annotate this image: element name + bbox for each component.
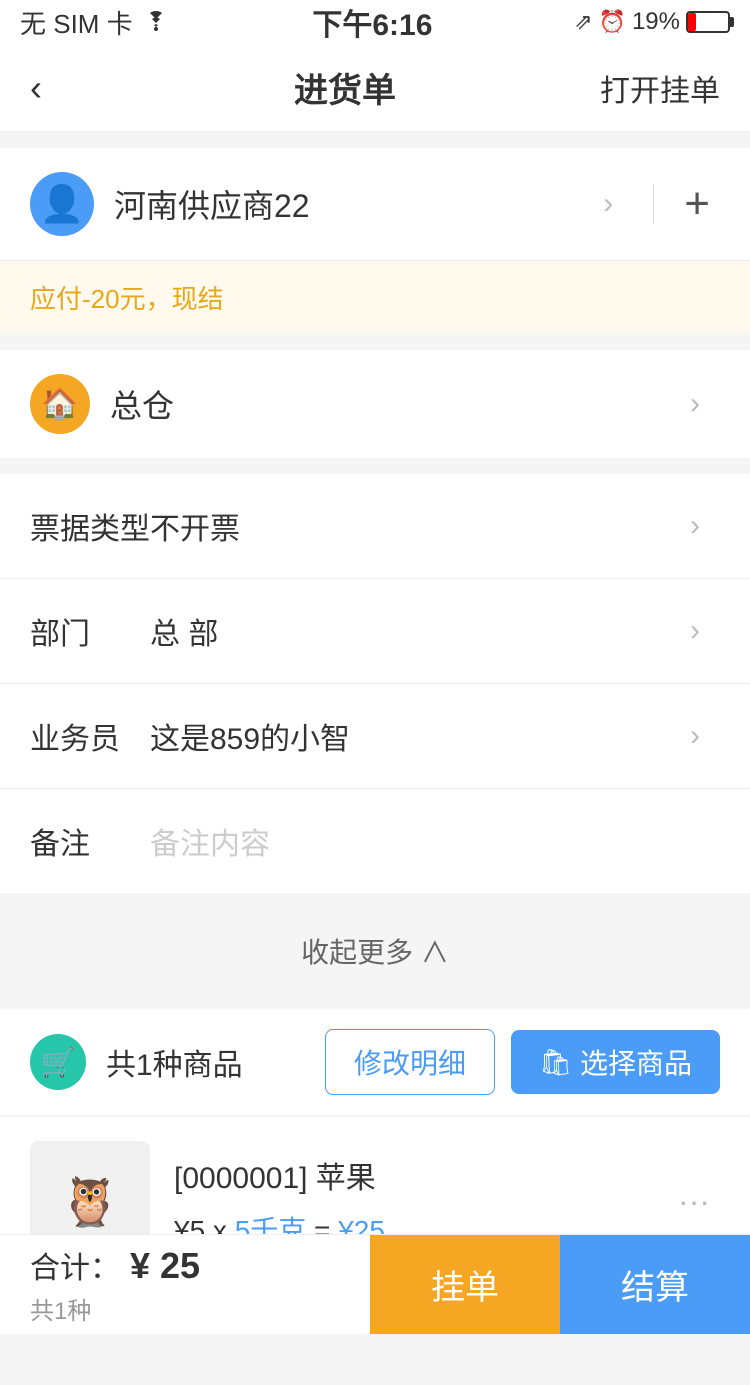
- alert-banner: 应付-20元，现结: [0, 261, 750, 334]
- carrier-label: 无 SIM 卡: [20, 4, 133, 41]
- status-bar: 无 SIM 卡 下午6:16 ⇗ ⏰ 19%: [0, 0, 750, 44]
- bottom-bar: 合计： ¥ 25 共1种 挂单 结算: [0, 1234, 750, 1334]
- supplier-avatar-icon: 👤: [40, 183, 85, 225]
- alarm-icon: ⏰: [599, 9, 626, 35]
- vertical-divider: [653, 184, 654, 224]
- cart-icon: 🛍: [539, 1047, 572, 1078]
- status-right: ⇗ ⏰ 19%: [574, 8, 730, 36]
- salesman-label: 业务员: [30, 714, 150, 758]
- product-count-icon: 🛒: [30, 1034, 86, 1090]
- add-button[interactable]: +: [674, 179, 720, 229]
- select-product-label: 选择商品: [580, 1042, 692, 1082]
- department-row[interactable]: 部门 总 部 ›: [0, 579, 750, 684]
- department-chevron-icon: ›: [690, 614, 700, 648]
- status-left: 无 SIM 卡: [20, 4, 171, 41]
- wifi-icon: [141, 7, 171, 38]
- total-label: 合计：: [30, 1243, 120, 1287]
- product-owl-icon: 🦉: [60, 1173, 120, 1230]
- supplier-section: 👤 河南供应商22 › + 应付-20元，现结: [0, 148, 750, 334]
- total-amount: ¥ 25: [130, 1245, 200, 1287]
- separator: [0, 132, 750, 148]
- back-button[interactable]: ‹: [30, 67, 90, 109]
- edit-detail-button[interactable]: 修改明细: [325, 1029, 495, 1095]
- select-product-button[interactable]: 🛍 选择商品: [511, 1030, 720, 1094]
- supplier-avatar: 👤: [30, 172, 94, 236]
- battery-icon: [686, 11, 730, 33]
- remark-label: 备注: [30, 819, 150, 863]
- product-count-icon-glyph: 🛒: [41, 1046, 76, 1079]
- salesman-row[interactable]: 业务员 这是859的小智 ›: [0, 684, 750, 789]
- supplier-chevron-icon: ›: [603, 187, 613, 221]
- warehouse-chevron-icon: ›: [690, 387, 700, 421]
- supplier-row[interactable]: 👤 河南供应商22 › +: [0, 148, 750, 261]
- product-name: [0000001] 苹果: [174, 1153, 668, 1197]
- collapse-button[interactable]: 收起更多 ∧: [0, 909, 750, 993]
- total-line1: 合计： ¥ 25: [30, 1243, 340, 1287]
- department-value: 总 部: [150, 609, 690, 653]
- invoice-type-value: 不开票: [150, 504, 690, 548]
- salesman-value: 这是859的小智: [150, 714, 690, 758]
- total-count: 共1种: [30, 1291, 340, 1326]
- alert-text: 应付-20元，现结: [30, 284, 224, 314]
- time-label: 下午6:16: [312, 0, 432, 44]
- warehouse-section: 🏠 总仓 ›: [0, 350, 750, 458]
- department-label: 部门: [30, 609, 150, 653]
- bottom-total: 合计： ¥ 25 共1种: [0, 1235, 370, 1334]
- form-section: 票据类型 不开票 › 部门 总 部 › 业务员 这是859的小智 › 备注 备注…: [0, 474, 750, 893]
- warehouse-icon: 🏠: [30, 374, 90, 434]
- warehouse-icon-glyph: 🏠: [41, 387, 78, 422]
- warehouse-name: 总仓: [110, 381, 690, 427]
- settle-button[interactable]: 结算: [560, 1235, 750, 1334]
- nav-bar: ‹ 进货单 打开挂单: [0, 44, 750, 132]
- warehouse-row[interactable]: 🏠 总仓 ›: [0, 350, 750, 458]
- product-more-button[interactable]: ···: [668, 1173, 720, 1230]
- open-pending-button[interactable]: 打开挂单: [600, 66, 720, 110]
- product-header: 🛒 共1种商品 修改明细 🛍 选择商品: [0, 1009, 750, 1115]
- invoice-type-label: 票据类型: [30, 504, 150, 548]
- battery-label: 19%: [632, 8, 680, 36]
- pending-button[interactable]: 挂单: [370, 1235, 560, 1334]
- supplier-name: 河南供应商22: [114, 181, 603, 227]
- invoice-type-row[interactable]: 票据类型 不开票 ›: [0, 474, 750, 579]
- remark-row[interactable]: 备注 备注内容: [0, 789, 750, 893]
- remark-placeholder[interactable]: 备注内容: [150, 819, 720, 863]
- main-content: 👤 河南供应商22 › + 应付-20元，现结 🏠 总仓 › 票据类型 不开票 …: [0, 132, 750, 1385]
- product-code: [0000001]: [174, 1162, 316, 1195]
- location-icon: ⇗: [574, 9, 592, 35]
- product-count-text: 共1种商品: [106, 1040, 325, 1084]
- page-title: 进货单: [294, 63, 396, 112]
- product-title: 苹果: [316, 1162, 376, 1195]
- salesman-chevron-icon: ›: [690, 719, 700, 753]
- invoice-type-chevron-icon: ›: [690, 509, 700, 543]
